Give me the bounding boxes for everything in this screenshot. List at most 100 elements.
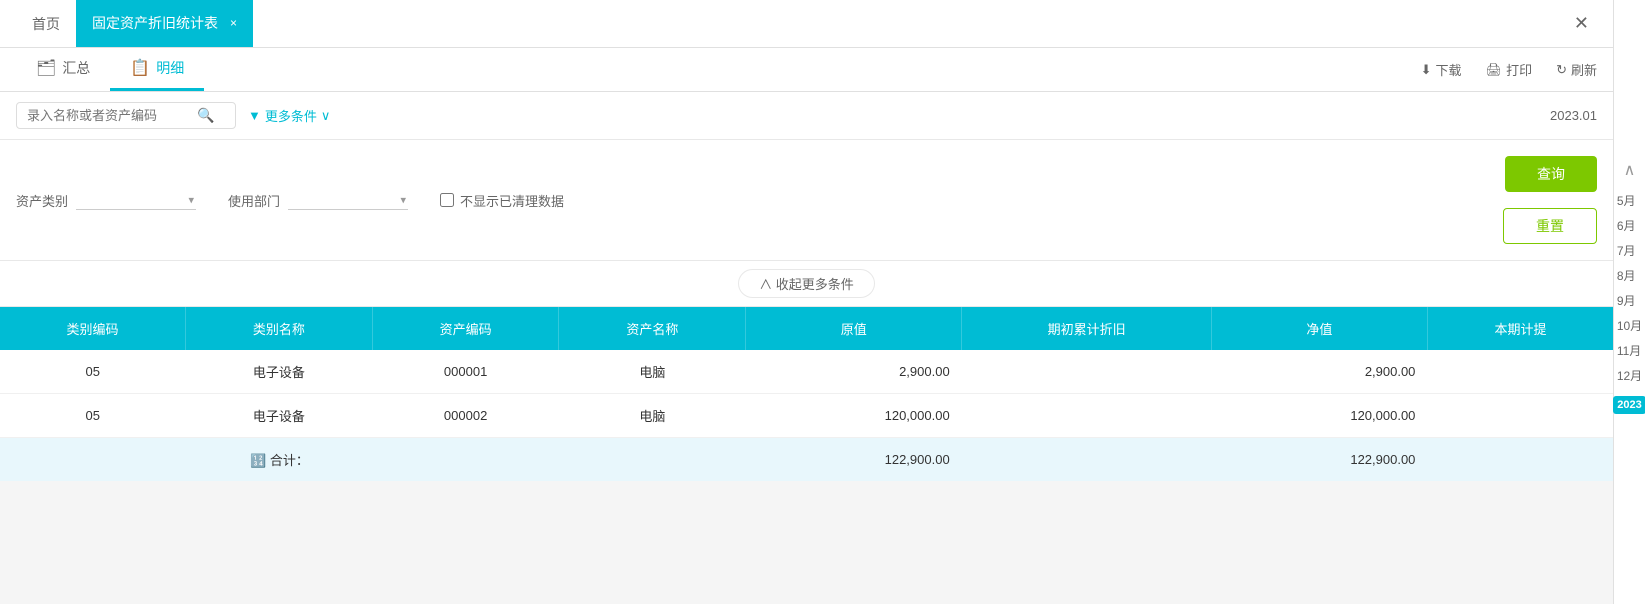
query-button[interactable]: 查询 [1505, 156, 1597, 192]
collapse-button[interactable]: ∧ 收起更多条件 [738, 269, 875, 298]
cell-asset-code: 000001 [372, 350, 559, 394]
col-current-period: 本期计提 [1427, 307, 1613, 350]
sidebar-month-item[interactable]: 9月 [1615, 288, 1644, 313]
filter-buttons: 查询 重置 [1503, 156, 1597, 244]
cell-category-name: 电子设备 [186, 350, 373, 394]
detail-icon: 📋 [130, 58, 150, 78]
cell-category-code: 05 [0, 350, 186, 394]
cell-asset-code: 000002 [372, 394, 559, 438]
total-icon: 🔢 [250, 453, 266, 468]
tab-detail-label: 明细 [156, 58, 184, 78]
sidebar-month-item[interactable]: 11月 [1615, 338, 1644, 363]
summary-icon: 🗂 [36, 58, 56, 78]
print-icon: 🖨 [1486, 62, 1503, 78]
asset-category-filter: 资产类别 [16, 190, 196, 210]
footer-label: 合计： [270, 453, 309, 468]
department-label: 使用部门 [228, 191, 280, 210]
col-category-name: 类别名称 [186, 307, 373, 350]
download-action[interactable]: ⬇ 下载 [1421, 60, 1462, 79]
tab-summary[interactable]: 🗂 汇总 [16, 48, 110, 91]
sidebar-month-item[interactable]: 5月 [1615, 188, 1644, 213]
cell-initial-depreciation [962, 394, 1212, 438]
search-icon: 🔍 [197, 107, 214, 124]
download-icon: ⬇ [1421, 62, 1432, 78]
table-header: 类别编码 类别名称 资产编码 资产名称 原值 期初累计折旧 净值 本期计提 [0, 307, 1613, 350]
filter-icon: ▼ [248, 108, 261, 123]
year-badge[interactable]: 2023 [1613, 396, 1645, 414]
data-table: 类别编码 类别名称 资产编码 资产名称 原值 期初累计折旧 净值 本期计提 05… [0, 307, 1613, 481]
tab-actions: ⬇ 下载 🖨 打印 ↻ 刷新 [1421, 60, 1597, 79]
cell-initial-depreciation [962, 350, 1212, 394]
top-nav: 首页 固定资产折旧统计表 × ✕ [0, 0, 1613, 48]
cell-asset-name: 电脑 [559, 394, 746, 438]
refresh-action[interactable]: ↻ 刷新 [1556, 60, 1597, 79]
tab-detail[interactable]: 📋 明细 [110, 48, 204, 91]
cell-asset-name: 电脑 [559, 350, 746, 394]
print-action[interactable]: 🖨 打印 [1486, 60, 1533, 79]
right-sidebar: ∧ 5月6月7月8月9月10月11月12月 2023 [1613, 0, 1645, 604]
refresh-label: 刷新 [1571, 60, 1597, 79]
col-net-value: 净值 [1211, 307, 1427, 350]
table-body: 05 电子设备 000001 电脑 2,900.00 2,900.00 05 电… [0, 350, 1613, 438]
nav-home[interactable]: 首页 [16, 0, 76, 47]
cell-category-name: 电子设备 [186, 394, 373, 438]
sidebar-month-item[interactable]: 8月 [1615, 263, 1644, 288]
cell-current-period [1427, 350, 1613, 394]
sidebar-month-item[interactable]: 7月 [1615, 238, 1644, 263]
collapse-bar: ∧ 收起更多条件 [0, 261, 1613, 307]
sidebar-month-item[interactable]: 6月 [1615, 213, 1644, 238]
col-original-value: 原值 [746, 307, 962, 350]
sub-tabs-bar: 🗂 汇总 📋 明细 ⬇ 下载 🖨 打印 ↻ 刷新 [0, 48, 1613, 92]
asset-category-select[interactable] [76, 190, 196, 210]
download-label: 下载 [1436, 60, 1462, 79]
cell-net-value: 2,900.00 [1211, 350, 1427, 394]
asset-category-label: 资产类别 [16, 191, 68, 210]
print-label: 打印 [1506, 60, 1532, 79]
department-filter: 使用部门 [228, 190, 408, 210]
scroll-up-icon[interactable]: ∧ [1624, 160, 1636, 180]
table-footer: 🔢 合计： 122,900.00 122,900.00 [0, 438, 1613, 482]
refresh-icon: ↻ [1556, 62, 1567, 78]
asset-category-select-wrap [76, 190, 196, 210]
footer-asset-name [559, 438, 746, 482]
table-row: 05 电子设备 000001 电脑 2,900.00 2,900.00 [0, 350, 1613, 394]
more-filter-label: 更多条件 [265, 106, 317, 125]
table-header-row: 类别编码 类别名称 资产编码 资产名称 原值 期初累计折旧 净值 本期计提 [0, 307, 1613, 350]
cell-net-value: 120,000.00 [1211, 394, 1427, 438]
cell-category-code: 05 [0, 394, 186, 438]
footer-initial-depreciation [962, 438, 1212, 482]
col-asset-name: 资产名称 [559, 307, 746, 350]
col-category-code: 类别编码 [0, 307, 186, 350]
cell-original-value: 120,000.00 [746, 394, 962, 438]
department-select[interactable] [288, 190, 408, 210]
cell-original-value: 2,900.00 [746, 350, 962, 394]
exclude-cleared-checkbox[interactable] [440, 193, 454, 207]
table-footer-row: 🔢 合计： 122,900.00 122,900.00 [0, 438, 1613, 482]
search-input-wrap: 🔍 [16, 102, 236, 129]
nav-tab-close-icon[interactable]: × [230, 16, 237, 30]
table-wrap: 类别编码 类别名称 资产编码 资产名称 原值 期初累计折旧 净值 本期计提 05… [0, 307, 1613, 481]
sidebar-month-item[interactable]: 12月 [1615, 363, 1644, 388]
exclude-cleared-label: 不显示已清理数据 [460, 191, 564, 210]
table-row: 05 电子设备 000002 电脑 120,000.00 120,000.00 [0, 394, 1613, 438]
date-label: 2023.01 [1550, 108, 1597, 123]
footer-label-cell: 🔢 合计： [0, 438, 559, 482]
search-bar: 🔍 ▼ 更多条件 ∨ 2023.01 [0, 92, 1613, 140]
reset-button[interactable]: 重置 [1503, 208, 1597, 244]
exclude-cleared-item: 不显示已清理数据 [440, 191, 564, 210]
footer-current-period [1427, 438, 1613, 482]
sidebar-month-item[interactable]: 10月 [1615, 313, 1644, 338]
col-initial-depreciation: 期初累计折旧 [962, 307, 1212, 350]
filter-area: 资产类别 使用部门 不显示已清理数据 [0, 140, 1613, 261]
search-input[interactable] [27, 108, 197, 123]
footer-original-value: 122,900.00 [746, 438, 962, 482]
department-select-wrap [288, 190, 408, 210]
col-asset-code: 资产编码 [372, 307, 559, 350]
more-filter-button[interactable]: ▼ 更多条件 ∨ [248, 106, 330, 125]
filter-row: 资产类别 使用部门 不显示已清理数据 [16, 156, 1597, 244]
chevron-down-icon: ∨ [321, 108, 331, 124]
nav-tab-fixed-assets[interactable]: 固定资产折旧统计表 × [76, 0, 253, 47]
footer-net-value: 122,900.00 [1211, 438, 1427, 482]
window-close-button[interactable]: ✕ [1566, 9, 1597, 38]
nav-tab-label: 固定资产折旧统计表 [92, 13, 218, 33]
